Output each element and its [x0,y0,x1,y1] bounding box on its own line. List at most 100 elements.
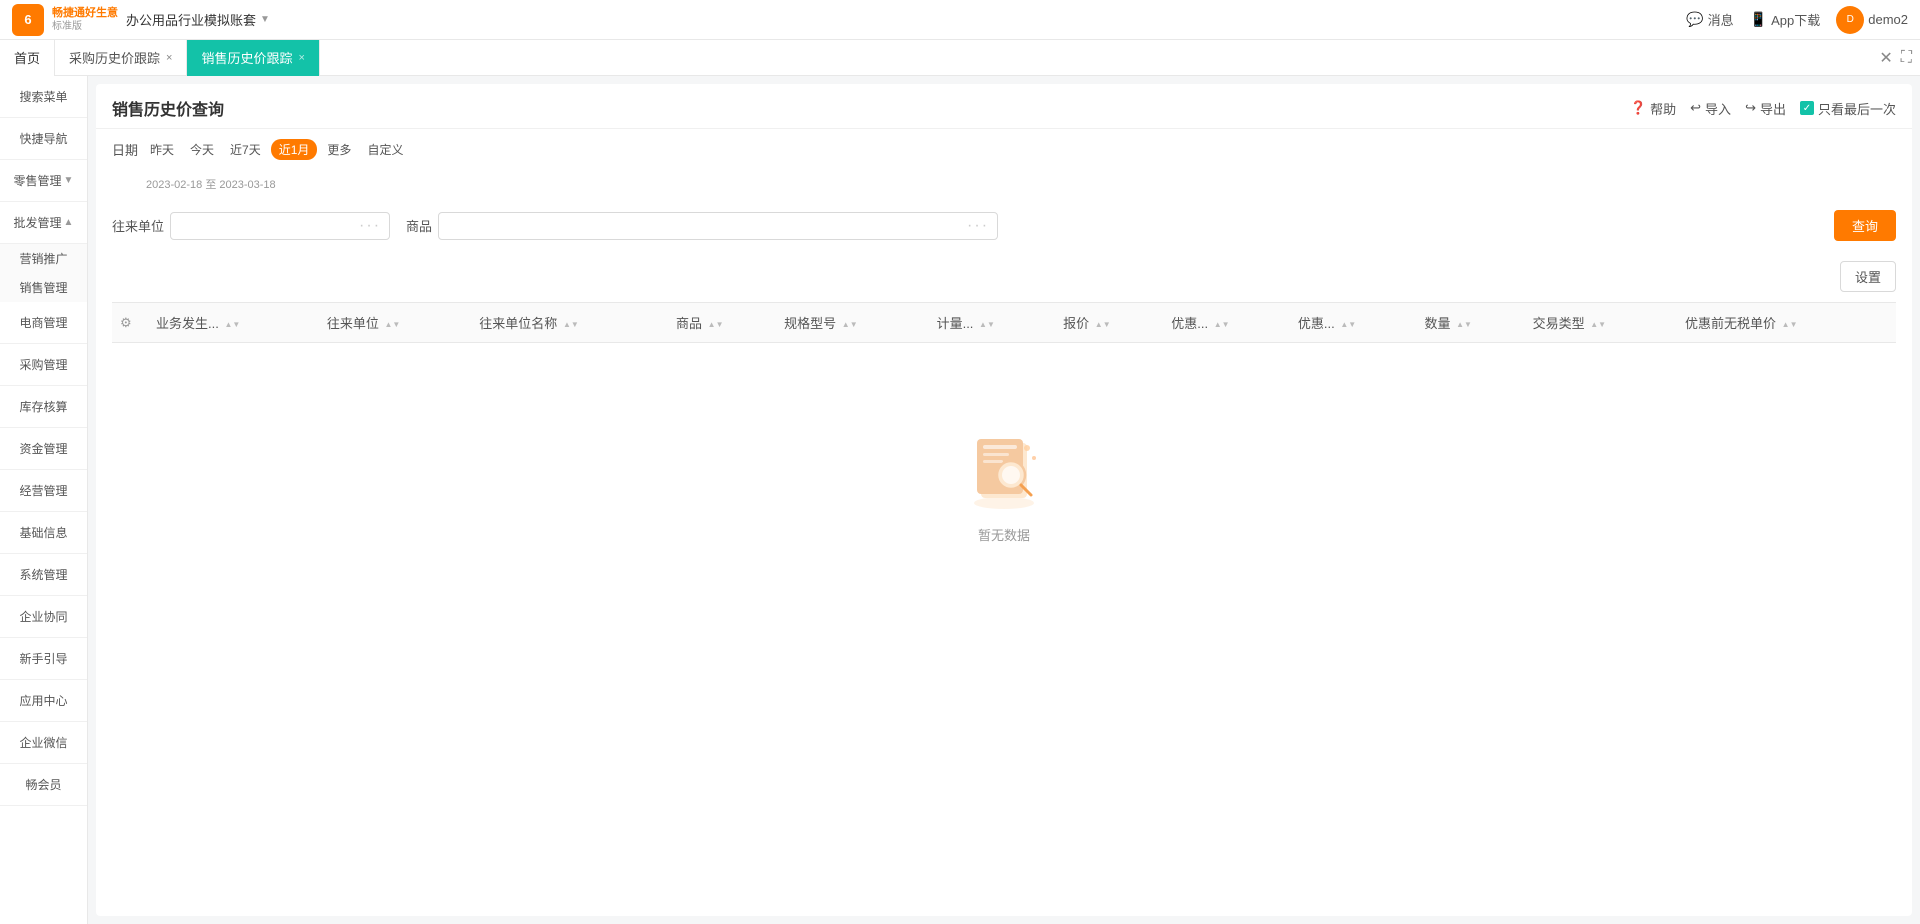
table-col-biz-date[interactable]: 业务发生... ▲▼ [148,303,319,343]
empty-state: 暂无数据 [112,343,1896,624]
tab-home-label: 首页 [14,48,40,67]
tab-sales-close[interactable]: × [298,52,304,64]
sort-spec-icon: ▲▼ [842,320,858,329]
page-header-actions: ❓ 帮助 ↩ 导入 ↪ 导出 ✓ 只看最后一次 [1630,99,1896,118]
sidebar-ecom-label: 电商管理 [19,316,67,330]
table-col-trade-type[interactable]: 交易类型 ▲▼ [1525,303,1677,343]
retail-arrow-icon: ▼ [64,175,74,186]
app-logo: 6 [12,4,44,36]
sidebar-item-search[interactable]: 搜索菜单 [0,76,87,118]
date-btn-7days[interactable]: 近7天 [224,139,267,160]
date-btn-custom[interactable]: 自定义 [361,139,409,160]
empty-text: 暂无数据 [978,525,1030,544]
sort-counterpart-code-icon: ▲▼ [385,320,401,329]
sidebar-item-newbie[interactable]: 新手引导 [0,638,87,680]
top-bar-right: 💬 消息 📱 App下载 D demo2 [1686,6,1908,34]
table-col-unit[interactable]: 计量... ▲▼ [929,303,1056,343]
sort-trade-type-icon: ▲▼ [1590,320,1606,329]
counterpart-input[interactable]: ··· [170,212,390,240]
settings-button[interactable]: 设置 [1840,261,1896,292]
sidebar-item-basic[interactable]: 基础信息 [0,512,87,554]
sidebar-quick-label: 快捷导航 [19,132,67,146]
goods-input[interactable]: ··· [438,212,998,240]
sidebar-newbie-label: 新手引导 [19,652,67,666]
sidebar-finance-label: 资金管理 [19,442,67,456]
settings-row: 设置 [112,261,1896,292]
tab-bar: 首页 采购历史价跟踪 × 销售历史价跟踪 × ✕ ⛶ [0,40,1920,76]
message-label: 消息 [1708,10,1734,29]
table-col-quantity[interactable]: 数量 ▲▼ [1416,303,1524,343]
table-col-pretax[interactable]: 优惠前无税单价 ▲▼ [1677,303,1896,343]
search-fields-row: 往来单位 ··· 商品 ··· 查询 [112,210,1896,241]
table-header: ⚙ 业务发生... ▲▼ 往来单位 ▲▼ 往来单位名称 [112,303,1896,343]
top-bar-left: 6 畅捷通好生意 标准版 办公用品行业模拟账套 ▼ [12,4,270,36]
sidebar-item-retail[interactable]: 零售管理 ▼ [0,160,87,202]
table-col-spec[interactable]: 规格型号 ▲▼ [776,303,928,343]
top-bar: 6 畅捷通好生意 标准版 办公用品行业模拟账套 ▼ 💬 消息 📱 App下载 D… [0,0,1920,40]
message-btn[interactable]: 💬 消息 [1686,10,1733,29]
avatar: D [1836,6,1864,34]
sidebar-item-enterprise[interactable]: 企业协同 [0,596,87,638]
page-title: 销售历史价查询 [112,96,224,120]
sidebar-item-wholesale[interactable]: 批发管理 ▲ [0,202,87,244]
tab-home[interactable]: 首页 [0,40,55,76]
table-col-counterpart-name[interactable]: 往来单位名称 ▲▼ [471,303,668,343]
sidebar-inventory-label: 库存核算 [19,400,67,414]
app-download-btn[interactable]: 📱 App下载 [1750,10,1821,29]
tab-purchase[interactable]: 采购历史价跟踪 × [55,40,187,76]
table-col-quote[interactable]: 报价 ▲▼ [1055,303,1163,343]
chevron-down-icon: ▼ [260,14,270,25]
table-col-counterpart-code[interactable]: 往来单位 ▲▼ [319,303,471,343]
tab-close-all-icon[interactable]: ✕ [1879,48,1892,68]
export-btn[interactable]: ↪ 导出 [1745,99,1786,118]
sidebar-search-label: 搜索菜单 [19,90,67,104]
sidebar-item-operations[interactable]: 经营管理 [0,470,87,512]
gear-icon[interactable]: ⚙ [120,315,132,330]
app-selector[interactable]: 办公用品行业模拟账套 ▼ [126,10,270,29]
table-col-goods[interactable]: 商品 ▲▼ [668,303,776,343]
export-label: 导出 [1760,99,1786,118]
app-name: 畅捷通好生意 [52,6,118,20]
sidebar-item-ecom[interactable]: 电商管理 [0,302,87,344]
sort-goods-icon: ▲▼ [708,320,724,329]
app-download-label: App下载 [1771,10,1820,29]
table-header-row: ⚙ 业务发生... ▲▼ 往来单位 ▲▼ 往来单位名称 [112,303,1896,343]
tab-sales[interactable]: 销售历史价跟踪 × [187,40,319,76]
tab-fullscreen-icon[interactable]: ⛶ [1901,49,1912,67]
date-btn-1month[interactable]: 近1月 [271,139,318,160]
sidebar-item-members[interactable]: 畅会员 [0,764,87,806]
sidebar-item-inventory[interactable]: 库存核算 [0,386,87,428]
goods-group: 商品 ··· [406,212,998,240]
sidebar-item-marketing[interactable]: 营销推广 [0,244,87,273]
sidebar-item-system[interactable]: 系统管理 [0,554,87,596]
sidebar-corp-wechat-label: 企业微信 [19,736,67,750]
date-search-group: 日期 昨天 今天 近7天 近1月 更多 自定义 [112,139,409,160]
date-btn-today[interactable]: 今天 [184,139,220,160]
sidebar-item-quick[interactable]: 快捷导航 [0,118,87,160]
sort-counterpart-name-icon: ▲▼ [563,320,579,329]
message-icon: 💬 [1686,11,1703,28]
sidebar-item-corp-wechat[interactable]: 企业微信 [0,722,87,764]
download-icon: 📱 [1750,11,1767,28]
table-col-discount2[interactable]: 优惠... ▲▼ [1290,303,1417,343]
help-btn[interactable]: ❓ 帮助 [1630,99,1676,118]
username-label: demo2 [1868,12,1908,27]
sort-discount1-icon: ▲▼ [1214,320,1230,329]
table-col-discount1[interactable]: 优惠... ▲▼ [1163,303,1290,343]
date-btn-more[interactable]: 更多 [321,139,357,160]
only-last-toggle[interactable]: ✓ 只看最后一次 [1800,99,1896,118]
main-layout: 搜索菜单 快捷导航 零售管理 ▼ 批发管理 ▲ 营销推广 销售管理 电商管理 采… [0,76,1920,924]
tab-purchase-close[interactable]: × [166,52,172,64]
sidebar-item-purchase[interactable]: 采购管理 [0,344,87,386]
sidebar-item-apps[interactable]: 应用中心 [0,680,87,722]
sidebar-item-finance[interactable]: 资金管理 [0,428,87,470]
sidebar-retail-label: 零售管理 [14,172,62,189]
query-button[interactable]: 查询 [1834,210,1896,241]
sidebar-item-sales-mgmt[interactable]: 销售管理 [0,273,87,302]
sidebar-wholesale-label: 批发管理 [14,214,62,231]
goods-dots: ··· [967,217,989,235]
import-btn[interactable]: ↩ 导入 [1690,99,1731,118]
user-avatar-btn[interactable]: D demo2 [1836,6,1908,34]
sidebar-marketing-label: 营销推广 [19,252,67,266]
date-btn-yesterday[interactable]: 昨天 [144,139,180,160]
